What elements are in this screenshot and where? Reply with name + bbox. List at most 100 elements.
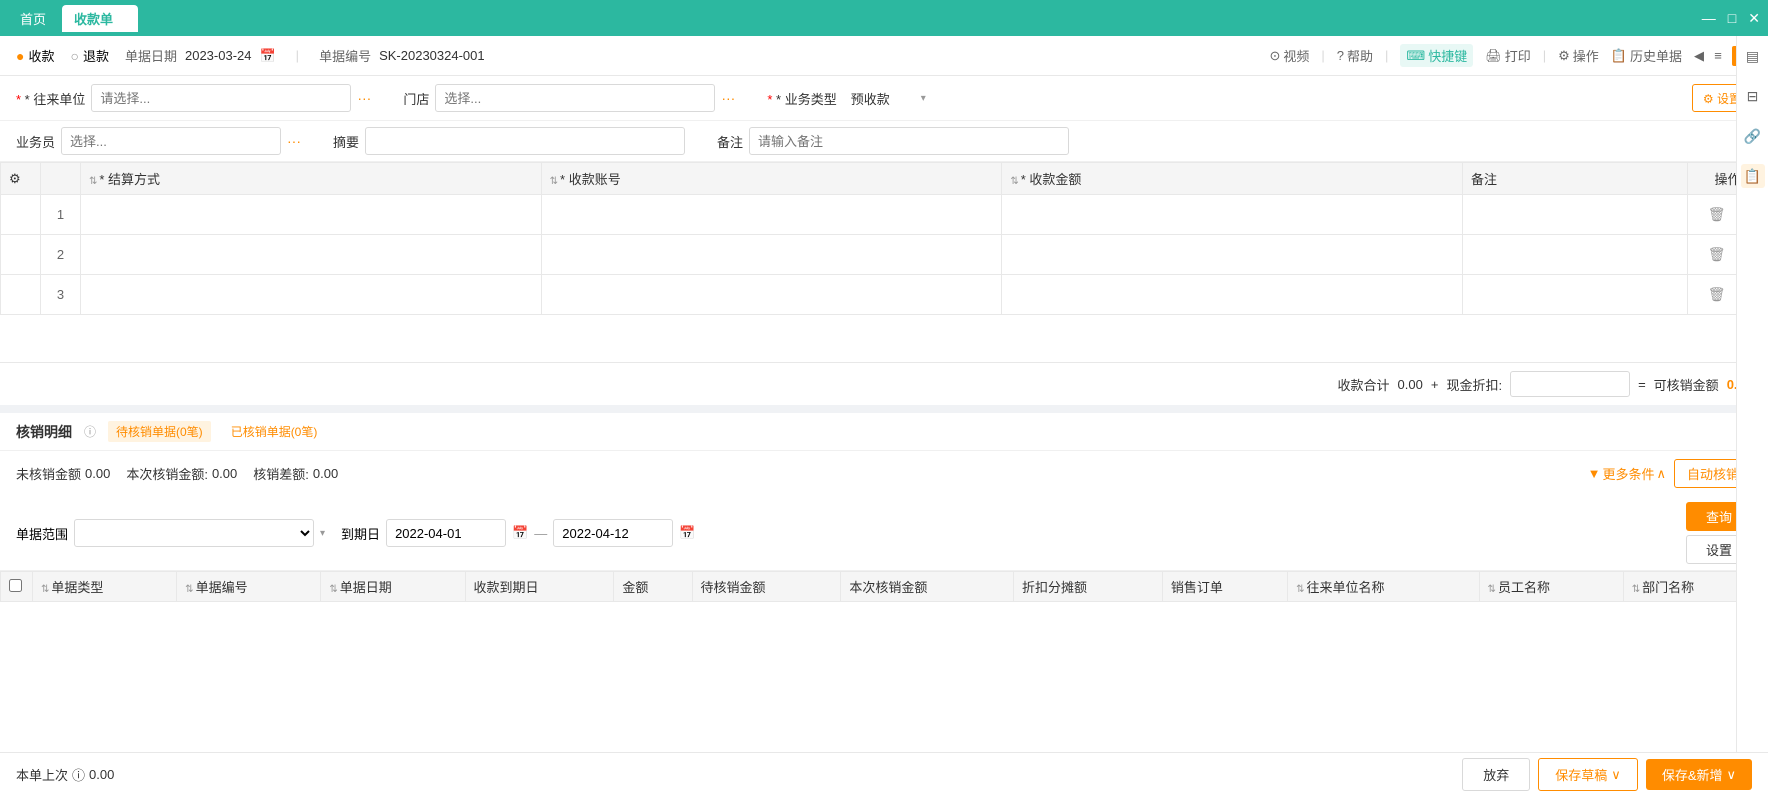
window-min-icon[interactable]: — — [1702, 10, 1716, 26]
layout-list-icon[interactable]: ≡ — [1708, 46, 1728, 66]
history-btn[interactable]: 📋历史单据 — [1611, 46, 1682, 65]
discount-input[interactable] — [1510, 371, 1630, 397]
due-date-to[interactable] — [553, 519, 673, 547]
calendar-icon-1[interactable]: 📅 — [512, 525, 528, 541]
row-notes-3[interactable] — [1462, 275, 1687, 315]
table-row: 1 🗑 ⧉ — [1, 195, 1768, 235]
video-btn[interactable]: ⊙视频 — [1269, 46, 1309, 65]
row-notes-2[interactable] — [1462, 235, 1687, 275]
shortcut-btn[interactable]: ⌨快捷键 — [1400, 44, 1473, 67]
row-account-1[interactable] — [541, 195, 1002, 235]
number-label: 单据编号 — [319, 46, 371, 65]
nuclear-col-checkbox — [1, 572, 33, 602]
col-amount[interactable]: ⇅* 收款金额 — [1002, 163, 1463, 195]
toolbar-right: ⊙视频 | ?帮助 | ⌨快捷键 🖨打印 | ⚙操作 📋历史单据 ◀ ≡ — [1269, 44, 1752, 67]
row-delete-btn-2[interactable]: 🗑 — [1704, 244, 1730, 265]
current-nuclear-stat: 本次核销金额: 0.00 — [126, 464, 237, 483]
notes-input[interactable] — [749, 127, 1069, 155]
sidebar-icon-1[interactable]: ▤ — [1741, 44, 1765, 68]
row-settlement-2[interactable] — [81, 235, 542, 275]
operation-btn[interactable]: ⚙操作 — [1558, 46, 1599, 65]
range-dropdown-icon[interactable]: ▾ — [320, 528, 325, 539]
partner-input[interactable] — [91, 84, 351, 112]
nuclear-col-date[interactable]: ⇅单据日期 — [321, 572, 465, 602]
business-type-label: * 业务类型 — [767, 89, 836, 108]
number-value: SK-20230324-001 — [379, 48, 485, 63]
store-more-icon[interactable]: ··· — [721, 90, 735, 106]
form-fields-row2: 业务员 ··· 摘要 备注 — [0, 121, 1768, 162]
window-close-icon[interactable]: ✕ — [1748, 10, 1760, 27]
nuclear-table-section: ⇅单据类型 ⇅单据编号 ⇅单据日期 收款到期日 金额 — [0, 571, 1768, 602]
nav-tab-receipt[interactable]: 收款单 × — [62, 5, 138, 32]
nuclear-col-staff[interactable]: ⇅员工名称 — [1479, 572, 1623, 602]
pending-tab[interactable]: 待核销单据(0笔) — [108, 421, 211, 442]
nuclear-select-all[interactable] — [9, 579, 22, 592]
summary-field: 摘要 — [333, 127, 685, 155]
row-notes-1[interactable] — [1462, 195, 1687, 235]
business-type-dropdown[interactable]: ▾ — [921, 93, 926, 104]
partner-more-icon[interactable]: ··· — [357, 90, 371, 106]
date-calendar-icon[interactable]: 📅 — [259, 48, 275, 64]
radio-refund[interactable]: ○ 退款 — [70, 46, 108, 65]
total-label: 收款合计 — [1338, 375, 1390, 394]
notes-label: 备注 — [717, 132, 743, 151]
receipts-table-section: ⚙ ⇅* 结算方式 ⇅* 收款账号 ⇅* 收款金额 备注 — [0, 162, 1768, 362]
done-tab[interactable]: 已核销单据(0笔) — [223, 421, 326, 442]
row-settlement-1[interactable] — [81, 195, 542, 235]
table-row: 3 🗑 ⧉ — [1, 275, 1768, 315]
net-label: 可核销金额 — [1654, 375, 1719, 394]
help-btn[interactable]: ?帮助 — [1337, 46, 1373, 65]
col-row-num — [41, 163, 81, 195]
calendar-icon-2[interactable]: 📅 — [679, 525, 695, 541]
more-conditions-btn[interactable]: ▼ 更多条件 ∧ — [1588, 464, 1666, 483]
store-input[interactable] — [435, 84, 715, 112]
summary-input[interactable] — [365, 127, 685, 155]
table-gear-header[interactable]: ⚙ — [1, 163, 41, 195]
sidebar-icon-3[interactable]: 🔗 — [1741, 124, 1765, 148]
row-amount-3[interactable] — [1002, 275, 1463, 315]
bottom-order-info: 本单上次 ⓘ 0.00 — [16, 765, 114, 784]
range-select[interactable] — [74, 519, 314, 547]
col-notes: 备注 — [1462, 163, 1687, 195]
staff-more-icon[interactable]: ··· — [287, 133, 301, 149]
save-new-button[interactable]: 保存&新增 ∨ — [1646, 759, 1752, 790]
row-settlement-3[interactable] — [81, 275, 542, 315]
bottom-info-icon[interactable]: ⓘ — [72, 765, 85, 784]
plus-sign: + — [1431, 377, 1439, 392]
row-account-3[interactable] — [541, 275, 1002, 315]
row-account-2[interactable] — [541, 235, 1002, 275]
sidebar-icon-2[interactable]: ⊟ — [1741, 84, 1765, 108]
nav-tab-home[interactable]: 首页 — [8, 5, 58, 32]
row-amount-2[interactable] — [1002, 235, 1463, 275]
row-amount-1[interactable] — [1002, 195, 1463, 235]
tab-close-icon[interactable]: × — [119, 13, 126, 27]
filter-row: 单据范围 ▾ 到期日 📅 — 📅 查询 设置 — [0, 496, 1768, 571]
abandon-button[interactable]: 放弃 — [1462, 758, 1530, 791]
radio-receipt[interactable]: ● 收款 — [16, 46, 54, 65]
col-settlement[interactable]: ⇅* 结算方式 — [81, 163, 542, 195]
row-delete-btn-3[interactable]: 🗑 — [1704, 284, 1730, 305]
nuclear-info-icon[interactable]: ⓘ — [84, 423, 96, 440]
window-max-icon[interactable]: □ — [1728, 10, 1736, 26]
date-separator: — — [534, 526, 547, 541]
nuclear-col-partner[interactable]: ⇅往来单位名称 — [1288, 572, 1479, 602]
summary-label: 摘要 — [333, 132, 359, 151]
due-date-from[interactable] — [386, 519, 506, 547]
sidebar-icon-4[interactable]: 📋 — [1741, 164, 1765, 188]
row-delete-btn-1[interactable]: 🗑 — [1704, 204, 1730, 225]
nuclear-col-pending: 待核销金额 — [692, 572, 841, 602]
print-btn[interactable]: 🖨打印 — [1485, 46, 1531, 65]
save-draft-button[interactable]: 保存草稿 ∨ — [1538, 758, 1638, 791]
right-sidebar: ▤ ⊟ 🔗 📋 — [1736, 36, 1768, 796]
nuclear-col-type[interactable]: ⇅单据类型 — [33, 572, 177, 602]
nuclear-col-number[interactable]: ⇅单据编号 — [177, 572, 321, 602]
partner-label: * 往来单位 — [16, 89, 85, 108]
discount-label: 现金折扣: — [1446, 375, 1502, 394]
col-account[interactable]: ⇅* 收款账号 — [541, 163, 1002, 195]
unchecked-stat: 未核销金额 0.00 — [16, 464, 110, 483]
nav-prev-icon[interactable]: ◀ — [1694, 48, 1704, 64]
receipt-type-radio: ● 收款 ○ 退款 — [16, 46, 109, 65]
due-date-field: 到期日 📅 — 📅 — [341, 519, 695, 547]
date-value: 2023-03-24 — [185, 48, 252, 63]
staff-input[interactable] — [61, 127, 281, 155]
